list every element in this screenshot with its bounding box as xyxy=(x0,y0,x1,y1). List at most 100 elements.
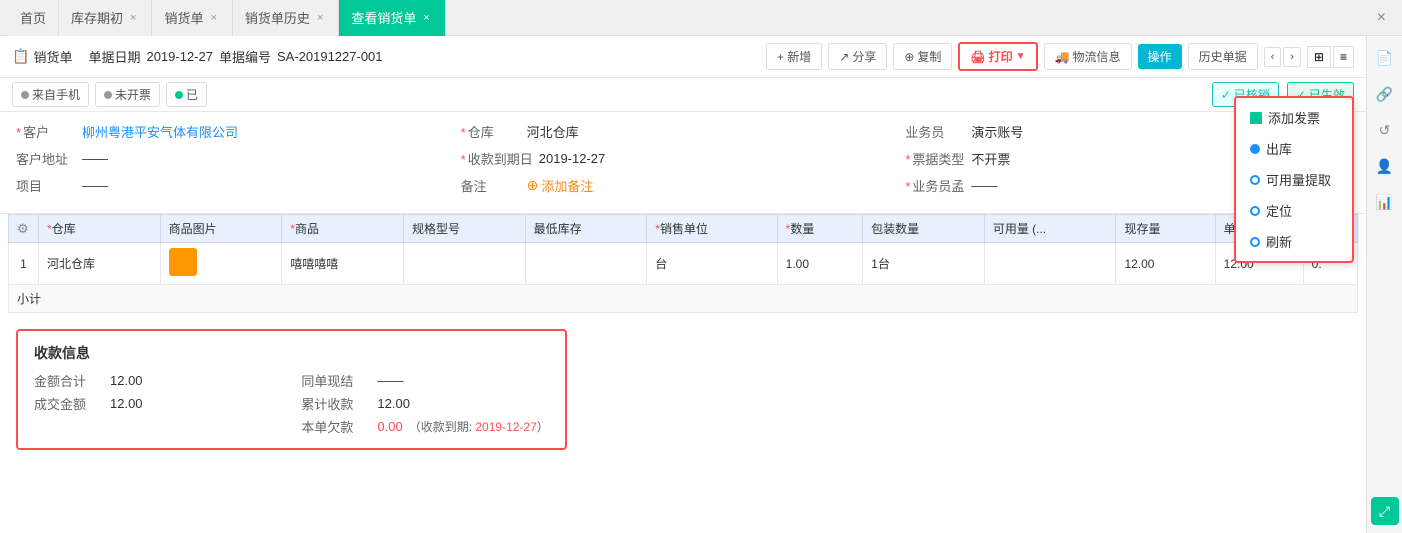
history-button[interactable]: 历史单据 xyxy=(1188,43,1258,70)
row-quantity: 1.00 xyxy=(777,243,862,285)
deal-label: 成交金额 xyxy=(34,394,104,413)
print-icon: 🖨 xyxy=(970,50,985,64)
window-close-button[interactable]: × xyxy=(1369,9,1394,27)
tab-sales-close[interactable]: × xyxy=(207,11,219,25)
col-settings: ⚙ xyxy=(9,215,39,243)
ticket-label: 票据类型 xyxy=(905,149,965,168)
summary-title: 收款信息 xyxy=(34,343,549,363)
tab-inventory[interactable]: 库存期初 × xyxy=(59,0,152,36)
doc-meta: 单据日期 2019-12-27 单据编号 SA-20191227-001 xyxy=(88,47,382,66)
row-product: 嘻嘻嘻嘻 xyxy=(282,243,404,285)
add-invoice-icon xyxy=(1250,112,1262,124)
date-value: 2019-12-27 xyxy=(146,49,213,64)
sidebar-refresh-icon[interactable]: ↺ xyxy=(1371,116,1399,144)
confirm-button[interactable]: 已 xyxy=(166,82,207,107)
form-area: 客户 柳州粤港平安气体有限公司 仓库 河北仓库 业务员 演示账号 客户地址 —— xyxy=(0,112,1366,214)
date-label: 单据日期 xyxy=(88,47,140,66)
col-product: *商品 xyxy=(282,215,404,243)
received-label: 累计收款 xyxy=(301,394,371,413)
due-date-field: 收款到期日 2019-12-27 xyxy=(461,149,906,168)
tab-view-sales[interactable]: 查看销货单 × xyxy=(339,0,445,36)
row-no: 1 xyxy=(9,243,39,285)
grid-view-button[interactable]: ⊞ xyxy=(1307,46,1331,68)
next-doc-button[interactable]: › xyxy=(1283,47,1301,67)
add-note-button[interactable]: ⊕ 添加备注 xyxy=(527,176,594,195)
form-row-3: 项目 —— 备注 ⊕ 添加备注 业务员孟 —— xyxy=(16,176,1350,195)
col-unit: *销售单位 xyxy=(647,215,777,243)
settle-value: —— xyxy=(377,373,403,388)
toolbar-actions: + 新增 ↗ 分享 ⊕ 复制 🖨 打印 ▼ 🚚 物流信息 xyxy=(766,42,1354,71)
row-unit: 台 xyxy=(647,243,777,285)
row-pack-qty: 1台 xyxy=(863,243,985,285)
project-field: 项目 —— xyxy=(16,176,461,195)
new-button[interactable]: + 新增 xyxy=(766,43,822,70)
tab-view-sales-label: 查看销货单 xyxy=(351,8,416,27)
tab-sales-history[interactable]: 销货单历史 × xyxy=(233,0,339,36)
tab-home[interactable]: 首页 xyxy=(8,0,59,36)
summary-area: 收款信息 金额合计 12.00 同单现结 —— 成交金额 12.00 xyxy=(0,313,1366,466)
sidebar-user-icon[interactable]: 👤 xyxy=(1371,152,1399,180)
project-label: 项目 xyxy=(16,176,76,195)
share-button[interactable]: ↗ 分享 xyxy=(828,43,887,70)
logistics-button[interactable]: 🚚 物流信息 xyxy=(1044,43,1132,70)
sales-staff-value: —— xyxy=(971,178,997,193)
ticket-dot-icon xyxy=(104,91,112,99)
sidebar-chart-icon[interactable]: 📊 xyxy=(1371,188,1399,216)
row-warehouse: 河北仓库 xyxy=(39,243,161,285)
status-buttons: 来自手机 未开票 已 xyxy=(12,82,207,107)
col-min-stock: 最低库存 xyxy=(525,215,647,243)
sidebar-expand-icon[interactable]: ⤢ xyxy=(1371,497,1399,525)
available-icon xyxy=(1250,175,1260,185)
tab-sales[interactable]: 销货单 × xyxy=(152,0,232,36)
subtotal-row: 小计 xyxy=(9,285,1358,313)
logistics-label: 物流信息 xyxy=(1073,48,1121,65)
warehouse-field: 仓库 河北仓库 xyxy=(461,122,906,141)
address-label: 客户地址 xyxy=(16,149,76,168)
print-button[interactable]: 🖨 打印 ▼ xyxy=(958,42,1037,71)
note-field: 备注 ⊕ 添加备注 xyxy=(461,176,906,195)
owed-value: 0.00 xyxy=(377,419,402,434)
locate-icon xyxy=(1250,206,1260,216)
copy-button[interactable]: ⊕ 复制 xyxy=(893,43,952,70)
from-phone-label: 来自手机 xyxy=(32,86,80,103)
tab-sales-label: 销货单 xyxy=(164,8,203,27)
tab-view-sales-close[interactable]: × xyxy=(420,11,432,25)
menu-item-locate[interactable]: 定位 xyxy=(1236,195,1352,226)
menu-item-refresh[interactable]: 刷新 xyxy=(1236,226,1352,257)
prev-doc-button[interactable]: ‹ xyxy=(1264,47,1282,67)
menu-item-available[interactable]: 可用量提取 xyxy=(1236,164,1352,195)
verified-check-icon: ✓ xyxy=(1221,88,1231,102)
confirm-dot-icon xyxy=(175,91,183,99)
gear-icon[interactable]: ⚙ xyxy=(17,221,29,236)
row-current: 12.00 xyxy=(1116,243,1215,285)
col-spec: 规格型号 xyxy=(403,215,525,243)
tab-inventory-close[interactable]: × xyxy=(127,11,139,25)
not-open-label: 未开票 xyxy=(115,86,151,103)
total-label: 金额合计 xyxy=(34,371,104,390)
nav-arrows: ‹ › xyxy=(1264,47,1301,67)
form-row-2: 客户地址 —— 收款到期日 2019-12-27 票据类型 不开票 xyxy=(16,149,1350,168)
menu-item-add-invoice[interactable]: 添加发票 xyxy=(1236,102,1352,133)
summary-box: 收款信息 金额合计 12.00 同单现结 —— 成交金额 12.00 xyxy=(16,329,567,450)
menu-item-outbound[interactable]: 出库 xyxy=(1236,133,1352,164)
row-available xyxy=(984,243,1116,285)
not-open-ticket-button[interactable]: 未开票 xyxy=(95,82,160,107)
number-value: SA-20191227-001 xyxy=(277,49,383,64)
from-phone-button[interactable]: 来自手机 xyxy=(12,82,89,107)
sidebar-doc-icon[interactable]: 📄 xyxy=(1371,44,1399,72)
due-date-value: 2019-12-27 xyxy=(539,151,606,166)
list-view-button[interactable]: ≡ xyxy=(1333,46,1354,68)
add-note-label: 添加备注 xyxy=(541,176,593,195)
customer-value[interactable]: 柳州粤港平安气体有限公司 xyxy=(82,122,238,141)
address-field: 客户地址 —— xyxy=(16,149,461,168)
sidebar-link-icon[interactable]: 🔗 xyxy=(1371,80,1399,108)
doc-info: 📋 销货单 单据日期 2019-12-27 单据编号 SA-20191227-0… xyxy=(12,47,383,66)
col-current: 现存量 xyxy=(1116,215,1215,243)
deal-value: 12.00 xyxy=(110,396,143,411)
refresh-label: 刷新 xyxy=(1266,232,1292,251)
tab-sales-history-close[interactable]: × xyxy=(314,11,326,25)
staff-label: 业务员 xyxy=(905,122,965,141)
operate-button[interactable]: 操作 xyxy=(1138,44,1182,69)
summary-row-received: 累计收款 12.00 xyxy=(301,394,548,413)
phone-dot-icon xyxy=(21,91,29,99)
